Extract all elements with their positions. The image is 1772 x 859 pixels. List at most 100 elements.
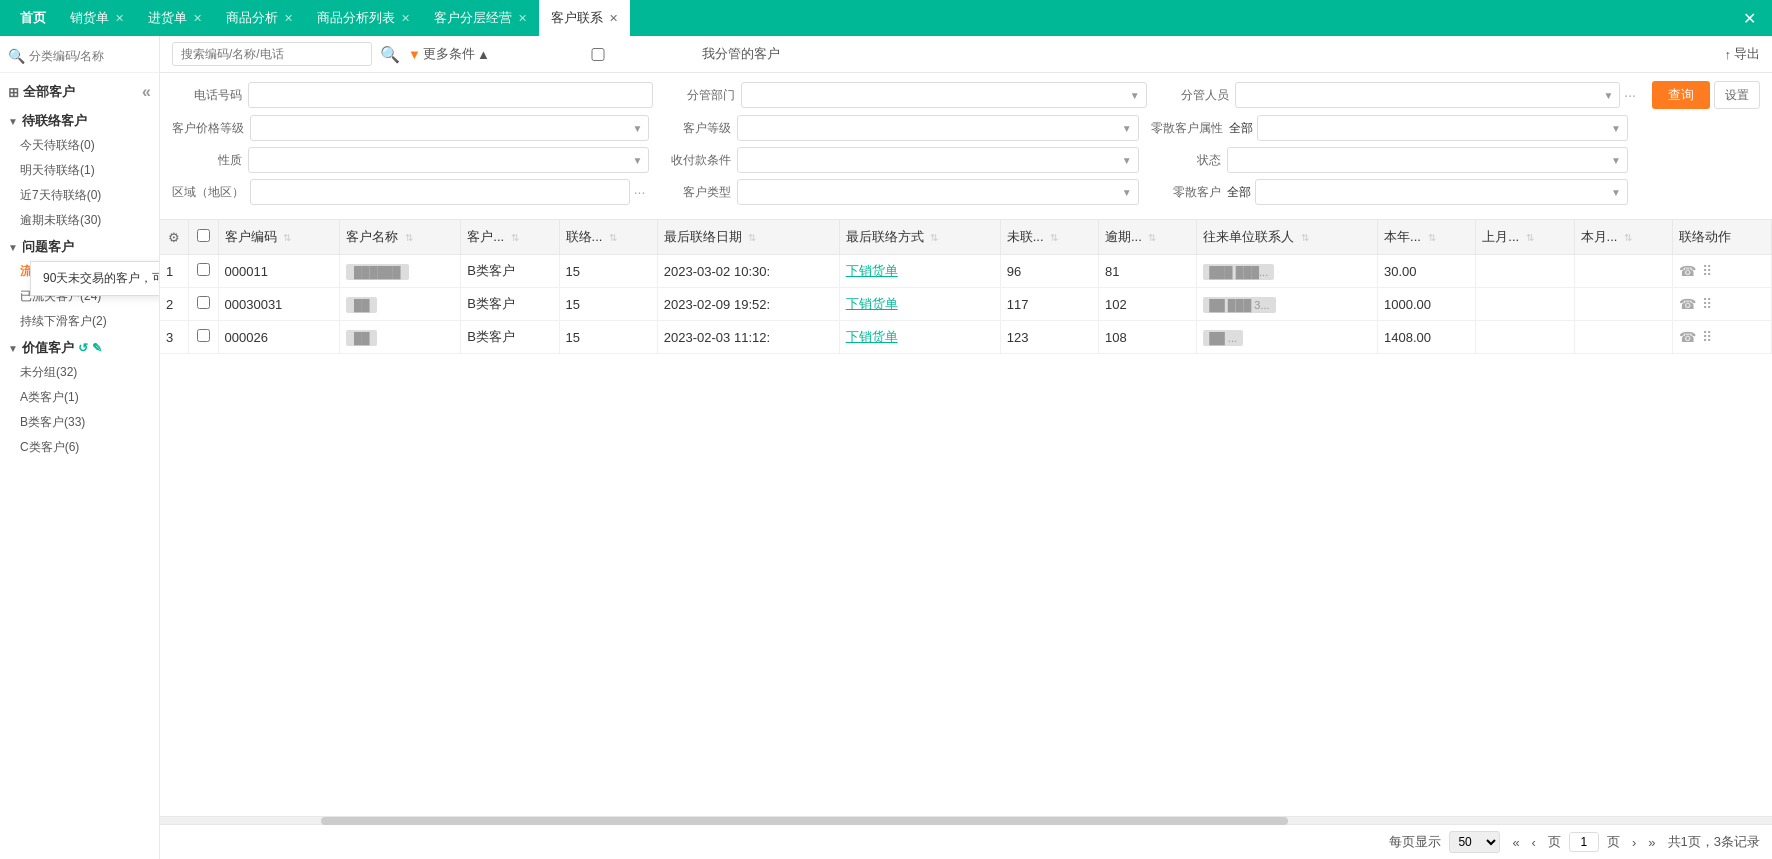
more-actions-icon[interactable]: ⠿ — [1702, 263, 1712, 279]
window-close-button[interactable]: ✕ — [1735, 9, 1764, 28]
nav-tab-customer-contact[interactable]: 客户联系 ✕ — [539, 0, 630, 36]
filter-status: 状态 ▼ — [1151, 147, 1628, 173]
prev-page-button[interactable]: ‹ — [1528, 833, 1540, 852]
close-icon[interactable]: ✕ — [518, 12, 527, 25]
row-contact: 15 — [559, 255, 657, 288]
horizontal-scrollbar[interactable] — [160, 816, 1772, 824]
nature-select[interactable]: ▼ — [248, 147, 649, 173]
table-select-all-header[interactable] — [188, 220, 218, 255]
last-page-button[interactable]: » — [1644, 833, 1659, 852]
sidebar-item-class-b[interactable]: B类客户(33) — [0, 410, 159, 435]
sidebar-group-value[interactable]: ▼ 价值客户 ↺ ✎ — [0, 334, 159, 360]
sidebar-group-pending[interactable]: ▼ 待联络客户 — [0, 107, 159, 133]
more-actions-icon[interactable]: ⠿ — [1702, 296, 1712, 312]
price-level-select[interactable]: ▼ — [250, 115, 649, 141]
page-number-input[interactable] — [1569, 832, 1599, 852]
phone-input[interactable] — [248, 82, 653, 108]
nav-tab-customer-layer[interactable]: 客户分层经营 ✕ — [422, 0, 539, 36]
nav-tab-goods-analysis[interactable]: 商品分析 ✕ — [214, 0, 305, 36]
export-button[interactable]: ↑ 导出 — [1725, 45, 1761, 63]
sidebar-item-ungroup[interactable]: 未分组(32) — [0, 360, 159, 385]
select-all-checkbox[interactable] — [197, 229, 210, 242]
retail-attr-select[interactable]: ▼ — [1257, 115, 1628, 141]
chevron-down-icon: ▼ — [1130, 90, 1140, 101]
sidebar-all-customers[interactable]: ⊞ 全部客户 « — [0, 77, 159, 107]
more-conditions-button[interactable]: ▼ 更多条件 ▲ — [408, 45, 490, 63]
customer-level-select[interactable]: ▼ — [737, 115, 1138, 141]
contact-icon[interactable]: ☎ — [1679, 263, 1696, 279]
region-select[interactable] — [250, 179, 630, 205]
sidebar-item-today-contact[interactable]: 今天待联络(0) — [0, 133, 159, 158]
col-header-this-month: 本月... ⇅ — [1574, 220, 1672, 255]
col-header-unit-contact: 往来单位联系人 ⇅ — [1197, 220, 1378, 255]
row-unit-contact: ██ ███ 3... — [1197, 288, 1378, 321]
my-manage-check[interactable] — [498, 48, 698, 61]
col-header-last-date: 最后联络日期 ⇅ — [657, 220, 839, 255]
filter-dept: 分管部门 ▼ — [665, 82, 1146, 108]
row-type: B类客户 — [461, 255, 559, 288]
filter-retail-customer: 零散客户 全部 ▼ — [1151, 179, 1628, 205]
nav-tab-purchase[interactable]: 进货单 ✕ — [136, 0, 214, 36]
sidebar-search-input[interactable] — [29, 49, 151, 63]
filter-price-level: 客户价格等级 ▼ — [172, 115, 649, 141]
close-icon[interactable]: ✕ — [115, 12, 124, 25]
close-icon[interactable]: ✕ — [609, 12, 618, 25]
scrollbar-thumb[interactable] — [321, 817, 1288, 825]
col-header-last-method: 最后联络方式 ⇅ — [839, 220, 1000, 255]
row-last-method[interactable]: 下销货单 — [839, 255, 1000, 288]
sidebar-collapse-icon[interactable]: « — [142, 83, 151, 101]
row-contact: 15 — [559, 321, 657, 354]
value-refresh-icon[interactable]: ↺ — [78, 341, 88, 355]
row-checkbox[interactable] — [188, 288, 218, 321]
close-icon[interactable]: ✕ — [193, 12, 202, 25]
filter-phone: 电话号码 — [172, 82, 653, 108]
next-page-button[interactable]: › — [1628, 833, 1640, 852]
sidebar-group-problem[interactable]: ▼ 问题客户 — [0, 233, 159, 259]
col-header-name: 客户名称 ⇅ — [339, 220, 460, 255]
sidebar-item-declining[interactable]: 持续下滑客户(2) — [0, 309, 159, 334]
customer-type-select[interactable]: ▼ — [737, 179, 1138, 205]
query-button[interactable]: 查询 — [1652, 81, 1710, 109]
contact-icon[interactable]: ☎ — [1679, 296, 1696, 312]
row-last-method[interactable]: 下销货单 — [839, 288, 1000, 321]
my-manage-checkbox[interactable]: 我分管的客户 — [498, 45, 780, 63]
search-input[interactable] — [172, 42, 372, 66]
problem-customers-tooltip: 90天未交易的客户，可能有流失风险。 — [30, 261, 160, 296]
col-header-last-month: 上月... ⇅ — [1476, 220, 1574, 255]
first-page-button[interactable]: « — [1508, 833, 1523, 852]
row-checkbox[interactable] — [188, 321, 218, 354]
status-select[interactable]: ▼ — [1227, 147, 1628, 173]
row-last-date: 2023-02-09 19:52: — [657, 288, 839, 321]
row-last-month — [1476, 255, 1574, 288]
row-seq: 1 — [160, 255, 188, 288]
close-icon[interactable]: ✕ — [401, 12, 410, 25]
row-checkbox[interactable] — [188, 255, 218, 288]
sidebar-item-overdue-contact[interactable]: 逾期未联络(30) — [0, 208, 159, 233]
dept-select[interactable]: ▼ — [741, 82, 1146, 108]
more-actions-icon[interactable]: ⠿ — [1702, 329, 1712, 345]
sidebar-item-class-c[interactable]: C类客户(6) — [0, 435, 159, 460]
col-header-overdue: 逾期... ⇅ — [1098, 220, 1196, 255]
sidebar-item-class-a[interactable]: A类客户(1) — [0, 385, 159, 410]
search-button[interactable]: 🔍 — [380, 45, 400, 64]
table-settings-header[interactable]: ⚙ — [160, 220, 188, 255]
value-edit-icon[interactable]: ✎ — [92, 341, 102, 355]
nav-tab-goods-analysis-list[interactable]: 商品分析列表 ✕ — [305, 0, 422, 36]
row-last-method[interactable]: 下销货单 — [839, 321, 1000, 354]
sidebar-item-7days-contact[interactable]: 近7天待联络(0) — [0, 183, 159, 208]
more-icon[interactable]: ··· — [630, 184, 650, 200]
nav-tab-home[interactable]: 首页 — [8, 0, 58, 36]
close-icon[interactable]: ✕ — [284, 12, 293, 25]
retail-customer-select[interactable]: ▼ — [1255, 179, 1628, 205]
settings-button[interactable]: 设置 — [1714, 81, 1760, 109]
page-size-select[interactable]: 50 20 100 — [1449, 831, 1500, 853]
row-seq: 2 — [160, 288, 188, 321]
payment-select[interactable]: ▼ — [737, 147, 1138, 173]
manager-select[interactable]: ▼ — [1235, 82, 1621, 108]
sidebar-item-tomorrow-contact[interactable]: 明天待联络(1) — [0, 158, 159, 183]
more-icon[interactable]: ··· — [1620, 87, 1640, 103]
top-navigation: 首页 销货单 ✕ 进货单 ✕ 商品分析 ✕ 商品分析列表 ✕ 客户分层经营 ✕ … — [0, 0, 1772, 36]
filter-bar: 🔍 ▼ 更多条件 ▲ 我分管的客户 ↑ 导出 — [160, 36, 1772, 73]
nav-tab-sales[interactable]: 销货单 ✕ — [58, 0, 136, 36]
contact-icon[interactable]: ☎ — [1679, 329, 1696, 345]
